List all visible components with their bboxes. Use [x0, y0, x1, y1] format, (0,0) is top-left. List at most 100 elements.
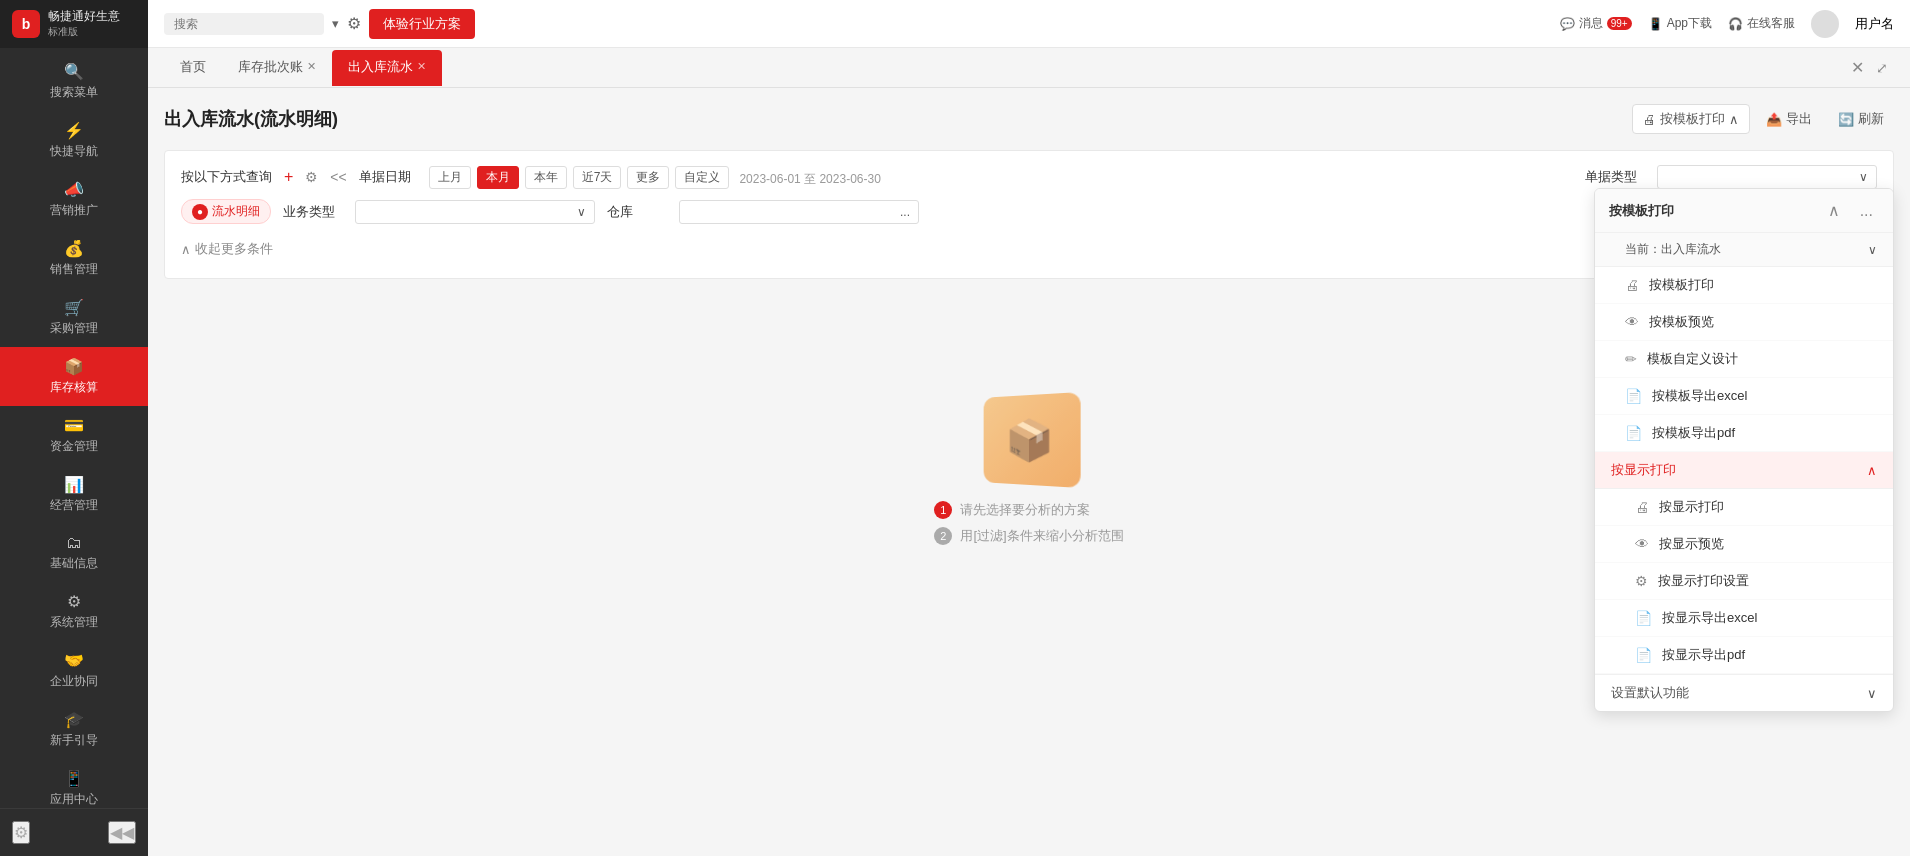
- sidebar-item-collab[interactable]: 🤝 企业协同: [0, 641, 148, 700]
- dropdown-item-template-custom[interactable]: ✏ 模板自定义设计: [1595, 341, 1893, 378]
- dropdown-footer-label: 设置默认功能: [1611, 684, 1689, 702]
- display-preview-icon: 👁: [1635, 536, 1649, 552]
- empty-step-1-label: 请先选择要分析的方案: [960, 501, 1090, 519]
- sidebar-collapse-button[interactable]: ◀◀: [108, 821, 136, 844]
- sidebar-item-sales[interactable]: 💰 销售管理: [0, 229, 148, 288]
- export-icon: 📤: [1766, 112, 1782, 127]
- search-dropdown-icon[interactable]: ▾: [332, 16, 339, 31]
- marketing-icon: 📣: [64, 180, 84, 199]
- flow-tag-icon: ●: [192, 204, 208, 220]
- dropdown-item-template-export-pdf-label: 按模板导出pdf: [1652, 424, 1735, 442]
- inventory-icon: 📦: [64, 357, 84, 376]
- refresh-label: 刷新: [1858, 110, 1884, 128]
- dropdown-item-display-preview[interactable]: 👁 按显示预览: [1595, 526, 1893, 563]
- search-input[interactable]: [164, 13, 324, 35]
- excel-icon: 📄: [1625, 388, 1642, 404]
- display-excel-icon: 📄: [1635, 610, 1652, 626]
- page-header: 出入库流水(流水明细) 🖨 按模板打印 ∧ 📤 导出 🔄 刷新: [164, 104, 1894, 134]
- user-name: 用户名: [1855, 15, 1894, 33]
- dropdown-item-display-export-excel[interactable]: 📄 按显示导出excel: [1595, 600, 1893, 637]
- app-download-label: App下载: [1667, 15, 1712, 32]
- dropdown-more-icon[interactable]: ...: [1854, 200, 1879, 222]
- sidebar-item-label: 应用中心: [50, 791, 98, 808]
- template-print-button[interactable]: 🖨 按模板打印 ∧: [1632, 104, 1750, 134]
- dropdown-expand-icon[interactable]: ∧: [1822, 199, 1846, 222]
- sidebar-item-appcenter[interactable]: 📱 应用中心: [0, 759, 148, 808]
- user-avatar[interactable]: [1811, 10, 1839, 38]
- app-download-button[interactable]: 📱 App下载: [1648, 15, 1712, 32]
- tab-flow[interactable]: 出入库流水 ✕: [332, 50, 442, 86]
- sidebar-item-label: 经营管理: [50, 497, 98, 514]
- dropdown-item-template-custom-label: 模板自定义设计: [1647, 350, 1738, 368]
- sidebar-item-quicknav[interactable]: ⚡ 快捷导航: [0, 111, 148, 170]
- sidebar-item-purchase[interactable]: 🛒 采购管理: [0, 288, 148, 347]
- sidebar-item-search[interactable]: 🔍 搜索菜单: [0, 52, 148, 111]
- main-area: ▾ ⚙ 体验行业方案 💬 消息 99+ 📱 App下载 🎧 在线客服 用户名 首…: [148, 0, 1910, 856]
- filter-setting-button[interactable]: ⚙: [305, 169, 318, 185]
- filter-date-options: 上月 本月 本年 近7天 更多 自定义: [429, 166, 730, 189]
- sidebar-item-label: 搜索菜单: [50, 84, 98, 101]
- filter-business-type-dropdown-icon: ∨: [577, 205, 586, 219]
- filter-date-lastmonth[interactable]: 上月: [429, 166, 471, 189]
- filter-date-thisyear[interactable]: 本年: [525, 166, 567, 189]
- tab-batch[interactable]: 库存批次账 ✕: [222, 50, 332, 86]
- refresh-icon: 🔄: [1838, 112, 1854, 127]
- topbar-gear-icon[interactable]: ⚙: [347, 14, 361, 33]
- filter-receipt-type-select[interactable]: ∨: [1657, 165, 1877, 189]
- filter-warehouse-select[interactable]: ...: [679, 200, 919, 224]
- sidebar-item-guide[interactable]: 🎓 新手引导: [0, 700, 148, 759]
- page-actions: 🖨 按模板打印 ∧ 📤 导出 🔄 刷新: [1632, 104, 1894, 134]
- dropdown-item-display-export-pdf[interactable]: 📄 按显示导出pdf: [1595, 637, 1893, 674]
- sidebar-item-operation[interactable]: 📊 经营管理: [0, 465, 148, 524]
- dropdown-item-template-preview[interactable]: 👁 按模板预览: [1595, 304, 1893, 341]
- sidebar-item-marketing[interactable]: 📣 营销推广: [0, 170, 148, 229]
- filter-date-7days[interactable]: 近7天: [573, 166, 622, 189]
- dropdown-current[interactable]: 当前：出入库流水 ∨: [1595, 233, 1893, 267]
- sidebar-settings-button[interactable]: ⚙: [12, 821, 30, 844]
- refresh-button[interactable]: 🔄 刷新: [1828, 105, 1894, 133]
- sidebar-item-system[interactable]: ⚙ 系统管理: [0, 582, 148, 641]
- display-printer-icon: 🖨: [1635, 499, 1649, 515]
- empty-step-2-label: 用[过滤]条件来缩小分析范围: [960, 527, 1123, 545]
- filter-add-button[interactable]: +: [284, 168, 293, 186]
- online-service-button[interactable]: 🎧 在线客服: [1728, 15, 1795, 32]
- sidebar-item-inventory[interactable]: 📦 库存核算: [0, 347, 148, 406]
- tab-flow-close-icon[interactable]: ✕: [417, 60, 426, 73]
- page-content: 出入库流水(流水明细) 🖨 按模板打印 ∧ 📤 导出 🔄 刷新: [148, 88, 1910, 856]
- filter-collapse-button[interactable]: <<: [330, 169, 346, 185]
- dropdown-title: 按模板打印: [1609, 202, 1674, 220]
- tab-expand-button[interactable]: ⤢: [1870, 58, 1894, 78]
- tab-batch-close-icon[interactable]: ✕: [307, 60, 316, 73]
- dropdown-section-display[interactable]: 按显示打印 ∧: [1595, 452, 1893, 489]
- sidebar-item-funds[interactable]: 💳 资金管理: [0, 406, 148, 465]
- trial-button[interactable]: 体验行业方案: [369, 9, 475, 39]
- printer-icon: 🖨: [1643, 112, 1656, 127]
- purchase-icon: 🛒: [64, 298, 84, 317]
- dropdown-section-display-label: 按显示打印: [1611, 461, 1676, 479]
- export-button[interactable]: 📤 导出: [1756, 105, 1822, 133]
- sidebar-item-basic[interactable]: 🗂 基础信息: [0, 524, 148, 582]
- dropdown-item-template-print-label: 按模板打印: [1649, 276, 1714, 294]
- dropdown-footer[interactable]: 设置默认功能 ∨: [1595, 674, 1893, 711]
- empty-illustration: 📦: [984, 392, 1081, 488]
- tab-close-all-button[interactable]: ✕: [1845, 56, 1870, 79]
- dropdown-item-template-print[interactable]: 🖨 按模板打印: [1595, 267, 1893, 304]
- filter-collapse-more-button[interactable]: ∧ 收起更多条件: [181, 234, 273, 264]
- filter-date-custom[interactable]: 自定义: [675, 166, 729, 189]
- filter-business-type-select[interactable]: ∨: [355, 200, 595, 224]
- dropdown-item-template-export-pdf[interactable]: 📄 按模板导出pdf: [1595, 415, 1893, 452]
- guide-icon: 🎓: [64, 710, 84, 729]
- dropdown-panel: 按模板打印 ∧ ... 当前：出入库流水 ∨ 🖨 按模板打印 👁 按模板预览 ✏: [1594, 188, 1894, 712]
- dropdown-item-display-print[interactable]: 🖨 按显示打印: [1595, 489, 1893, 526]
- sidebar-item-label: 资金管理: [50, 438, 98, 455]
- tab-home[interactable]: 首页: [164, 50, 222, 86]
- search-icon: 🔍: [64, 62, 84, 81]
- message-button[interactable]: 💬 消息 99+: [1560, 15, 1632, 32]
- online-service-label: 在线客服: [1747, 15, 1795, 32]
- filter-date-more[interactable]: 更多: [627, 166, 669, 189]
- dropdown-item-display-print-settings[interactable]: ⚙ 按显示打印设置: [1595, 563, 1893, 600]
- download-icon: 📱: [1648, 17, 1663, 31]
- dropdown-item-template-export-excel[interactable]: 📄 按模板导出excel: [1595, 378, 1893, 415]
- filter-date-thismonth[interactable]: 本月: [477, 166, 519, 189]
- empty-steps: 1 请先选择要分析的方案 2 用[过滤]条件来缩小分析范围: [934, 501, 1123, 553]
